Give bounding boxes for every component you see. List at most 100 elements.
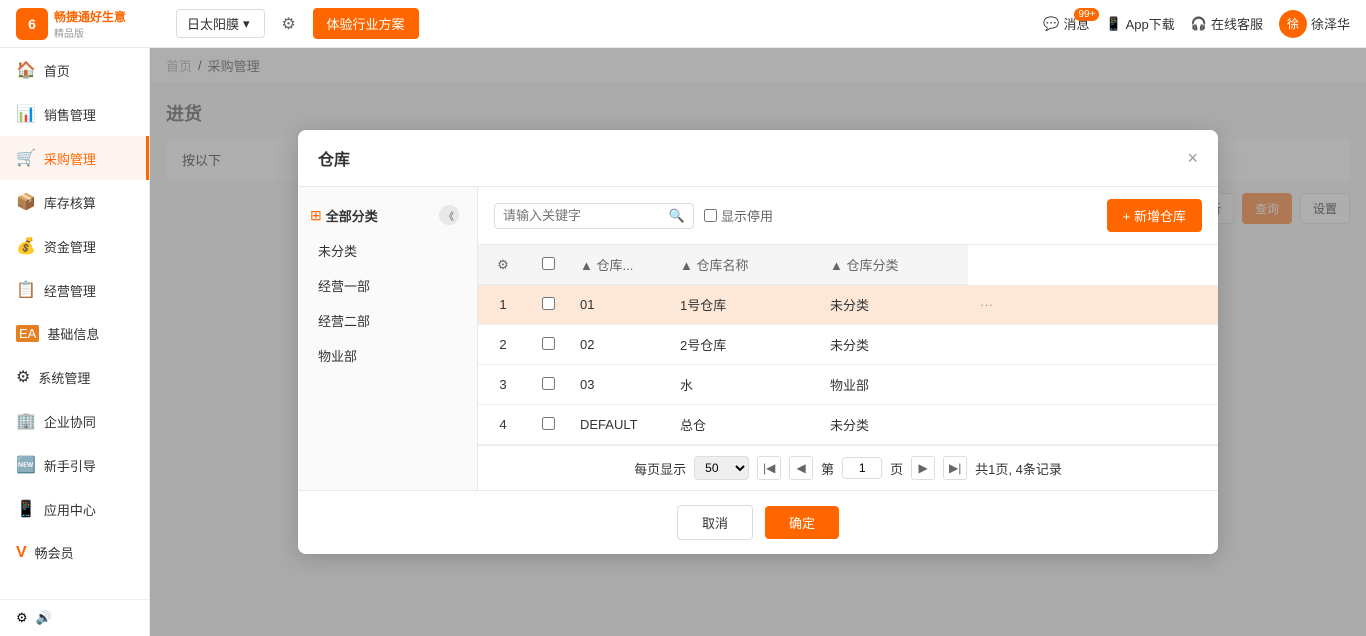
table-cell-actions: 3 — [478, 365, 528, 405]
enterprise-icon: 🏢 — [16, 411, 36, 431]
total-info: 共1页, 4条记录 — [975, 459, 1062, 478]
modal-close-button[interactable]: × — [1187, 148, 1198, 169]
modal-body: ⊞ 全部分类 《 未分类 经营一部 经营二部 物业部 — [298, 187, 1218, 490]
sidebar-item-sales[interactable]: 📊 销售管理 — [0, 92, 149, 136]
last-page-button[interactable]: ▶| — [943, 456, 967, 480]
sidebar-item-guide[interactable]: 🆕 新手引导 — [0, 443, 149, 487]
store-selector[interactable]: 日太阳膜 ▾ — [176, 9, 265, 38]
table-header-name[interactable]: ▲ 仓库名称 — [668, 245, 818, 285]
table-cell-check[interactable] — [528, 325, 568, 365]
trial-button[interactable]: 体验行业方案 — [313, 8, 419, 39]
sidebar-item-label: 基础信息 — [47, 324, 99, 343]
modal-title: 仓库 — [318, 146, 350, 170]
all-category-label[interactable]: 全部分类 — [326, 206, 433, 225]
show-disabled-checkbox-label[interactable]: 显示停用 — [704, 206, 773, 225]
table-header-gear: ⚙ — [478, 245, 528, 285]
select-all-checkbox[interactable] — [542, 257, 555, 270]
sidebar-item-label: 采购管理 — [44, 149, 96, 168]
sidebar-category-property[interactable]: 物业部 — [298, 338, 477, 373]
settings-icon[interactable]: ⚙ — [273, 8, 305, 40]
sidebar-item-inventory[interactable]: 📦 库存核算 — [0, 180, 149, 224]
table-cell-category: 未分类 — [818, 325, 968, 365]
sidebar-item-label: 资金管理 — [44, 237, 96, 256]
modal-footer: 取消 确定 — [298, 490, 1218, 554]
basic-icon: EA — [16, 325, 39, 342]
modal-main: 🔍 显示停用 + 新增仓库 — [478, 187, 1218, 490]
sidebar-category-ops2[interactable]: 经营二部 — [298, 303, 477, 338]
table-row[interactable]: 4 DEFAULT 总仓 未分类 — [478, 405, 1218, 445]
table-cell-check[interactable] — [528, 405, 568, 445]
sidebar: 🏠 首页 📊 销售管理 🛒 采购管理 📦 库存核算 💰 资金管理 📋 经营管理 … — [0, 48, 150, 636]
user-area[interactable]: 徐 徐泽华 — [1279, 10, 1350, 38]
table-cell-category: 未分类 — [818, 285, 968, 325]
logo-area: 6 畅捷通好生意 精品版 — [16, 8, 166, 40]
sidebar-item-label: 系统管理 — [38, 368, 90, 387]
sidebar-item-label: 新手引导 — [44, 456, 96, 475]
confirm-button[interactable]: 确定 — [765, 506, 839, 539]
sidebar-item-label: 经营管理 — [44, 281, 96, 300]
sidebar-item-home[interactable]: 🏠 首页 — [0, 48, 149, 92]
table-cell-name: 水 — [668, 365, 818, 405]
prev-page-button[interactable]: ◀ — [789, 456, 813, 480]
warehouse-table: ⚙ ▲ 仓库... ▲ 仓库名称 — [478, 245, 1218, 445]
table-header-code[interactable]: ▲ 仓库... — [568, 245, 668, 285]
table-row[interactable]: 2 02 2号仓库 未分类 — [478, 325, 1218, 365]
page-suffix: 页 — [890, 459, 903, 478]
warehouse-modal: 仓库 × ⊞ 全部分类 《 未分类 经营一部 经营二部 — [298, 130, 1218, 554]
modal-toolbar: 🔍 显示停用 + 新增仓库 — [478, 187, 1218, 245]
modal-backdrop: 仓库 × ⊞ 全部分类 《 未分类 经营一部 经营二部 — [150, 48, 1366, 636]
table-cell-more[interactable]: ··· — [968, 285, 1218, 325]
sidebar-item-label: 库存核算 — [44, 193, 96, 212]
table-cell-code: 01 — [568, 285, 668, 325]
table-row[interactable]: 1 01 1号仓库 未分类 ··· — [478, 285, 1218, 325]
sidebar-item-label: 首页 — [44, 61, 70, 80]
modal-header: 仓库 × — [298, 130, 1218, 187]
sound-icon: 🔊 — [36, 610, 52, 626]
page-number-input[interactable] — [842, 457, 882, 479]
message-item[interactable]: 💬 消息 99+ — [1043, 14, 1089, 33]
table-cell-check[interactable] — [528, 365, 568, 405]
sidebar-category-ops1[interactable]: 经营一部 — [298, 268, 477, 303]
content-area: 首页 / 采购管理 进货 按以下 🖨 打印 📤 导出 🔄 — [150, 48, 1366, 636]
table-cell-code: 02 — [568, 325, 668, 365]
grid-icon: ⊞ — [310, 207, 322, 224]
inventory-icon: 📦 — [16, 192, 36, 212]
next-page-button[interactable]: ▶ — [911, 456, 935, 480]
table-header-check[interactable] — [528, 245, 568, 285]
sidebar-item-basic[interactable]: EA 基础信息 — [0, 312, 149, 355]
sidebar-bottom[interactable]: ⚙ 🔊 — [0, 599, 149, 636]
sidebar-item-member[interactable]: V 畅会员 — [0, 531, 149, 574]
sidebar-item-purchase[interactable]: 🛒 采购管理 — [0, 136, 149, 180]
online-service-item[interactable]: 🎧 在线客服 — [1191, 14, 1263, 33]
sidebar-item-finance[interactable]: 💰 资金管理 — [0, 224, 149, 268]
sidebar-item-enterprise[interactable]: 🏢 企业协同 — [0, 399, 149, 443]
sidebar-item-operations[interactable]: 📋 经营管理 — [0, 268, 149, 312]
sidebar-item-label: 畅会员 — [35, 543, 74, 562]
table-cell-actions: 1 — [478, 285, 528, 325]
search-input[interactable] — [503, 208, 669, 223]
search-box: 🔍 — [494, 203, 694, 229]
collapse-button[interactable]: 《 — [439, 205, 459, 225]
cancel-button[interactable]: 取消 — [677, 505, 753, 540]
sidebar-item-label: 应用中心 — [44, 500, 96, 519]
table-cell-check[interactable] — [528, 285, 568, 325]
first-page-button[interactable]: |◀ — [757, 456, 781, 480]
message-icon: 💬 — [1043, 16, 1059, 32]
avatar: 徐 — [1279, 10, 1307, 38]
sidebar-item-system[interactable]: ⚙ 系统管理 — [0, 355, 149, 399]
table-header-category[interactable]: ▲ 仓库分类 — [818, 245, 968, 285]
logo-icon: 6 — [16, 8, 48, 40]
headset-icon: 🎧 — [1191, 16, 1207, 32]
table-row[interactable]: 3 03 水 物业部 — [478, 365, 1218, 405]
phone-icon: 📱 — [1105, 16, 1121, 32]
add-warehouse-button[interactable]: + 新增仓库 — [1107, 199, 1202, 232]
guide-icon: 🆕 — [16, 455, 36, 475]
show-disabled-checkbox[interactable] — [704, 209, 717, 222]
per-page-select[interactable]: 50 10 20 100 — [694, 456, 749, 480]
pagination-bar: 每页显示 50 10 20 100 |◀ ◀ 第 页 — [478, 445, 1218, 490]
app-download-item[interactable]: 📱 App下载 — [1105, 14, 1174, 33]
sidebar-item-appcenter[interactable]: 📱 应用中心 — [0, 487, 149, 531]
table-cell-code: DEFAULT — [568, 405, 668, 445]
sidebar-category-unclassified[interactable]: 未分类 — [298, 233, 477, 268]
search-icon: 🔍 — [669, 208, 685, 224]
